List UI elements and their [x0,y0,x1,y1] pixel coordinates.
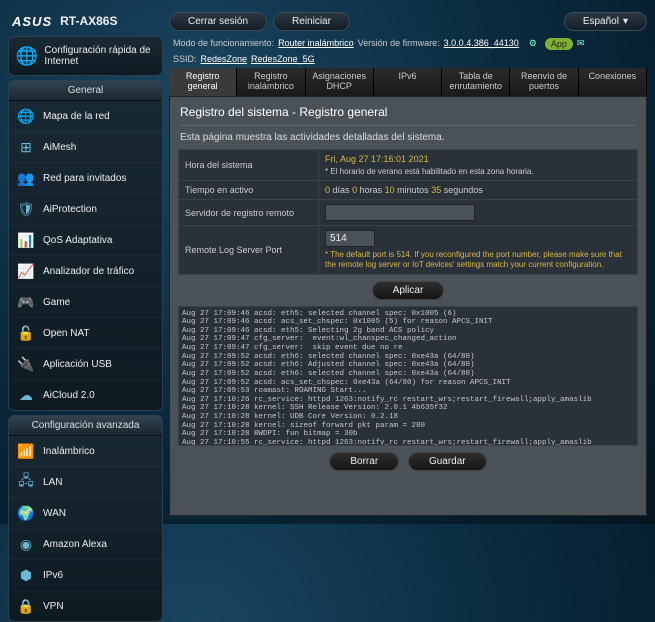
sidebar-item[interactable]: ⊞ AiMesh [9,131,162,162]
menu-icon: 🛡 [15,198,37,220]
sidebar-item[interactable]: 🔒 VPN [9,590,162,621]
model-name: RT-AX86S [60,14,117,28]
chevron-down-icon: ▾ [623,16,628,27]
brand-logo: ASUS [12,14,52,29]
system-log-textarea[interactable]: Aug 27 17:09:46 acsd: eth5: selected cha… [178,306,638,446]
uptime-label: Tiempo en activo [179,181,319,200]
port-hint: * The default port is 514. If you reconf… [325,250,631,269]
ssid-2[interactable]: RedesZone_5G [251,54,315,64]
clear-button[interactable]: Borrar [329,452,399,471]
remote-log-port-label: Remote Log Server Port [179,226,319,274]
sidebar-item[interactable]: 🖧 LAN [9,466,162,497]
op-mode-value[interactable]: Router inalámbrico [278,38,354,50]
sidebar-item-label: Mapa de la red [43,111,110,122]
sidebar-item[interactable]: 📈 Analizador de tráfico [9,255,162,286]
globe-icon: 🌐 [15,41,38,71]
menu-icon: 🔌 [15,353,37,375]
sidebar-item[interactable]: ◉ Amazon Alexa [9,528,162,559]
sidebar-item-label: Inalámbrico [43,446,95,457]
menu-icon: 🔒 [15,595,37,617]
uptime-value: 0 días 0 horas 10 minutos 35 segundos [319,181,638,200]
sidebar-item-label: Analizador de tráfico [43,266,134,277]
tab[interactable]: Registro inalámbrico [237,68,305,96]
menu-icon: ⊞ [15,136,37,158]
sidebar-item[interactable]: 📶 Inalámbrico [9,436,162,466]
sidebar-item-label: Amazon Alexa [43,539,107,550]
menu-icon: ⬢ [15,564,37,586]
sidebar-item[interactable]: 🌐 Mapa de la red [9,101,162,131]
sidebar-item-label: QoS Adaptativa [43,235,113,246]
sidebar-item-label: Red para invitados [43,173,126,184]
remote-log-port-input[interactable] [325,230,375,247]
sidebar-item-label: AiMesh [43,142,76,153]
brand-area: ASUS RT-AX86S [8,8,163,34]
ssid-1[interactable]: RedesZone [201,54,248,64]
fw-label: Versión de firmware: [358,38,440,50]
page-desc: Esta página muestra las actividades deta… [170,132,646,149]
tab[interactable]: Asignaciones DHCP [306,68,374,96]
remote-log-server-input[interactable] [325,204,475,221]
op-mode-label: Modo de funcionamiento: [173,38,274,50]
tab[interactable]: Conexiones [579,68,647,96]
sidebar-item-label: LAN [43,477,62,488]
sidebar-item-label: Open NAT [43,328,90,339]
sidebar-item[interactable]: 🛡 AiProtection [9,193,162,224]
menu-icon: 📈 [15,260,37,282]
tab[interactable]: Reenvío de puertos [510,68,578,96]
mail-icon[interactable]: ✉ [577,38,585,50]
sidebar-item[interactable]: 📊 QoS Adaptativa [9,224,162,255]
sidebar-item[interactable]: 🎮 Game [9,286,162,317]
sidebar-header-advanced: Configuración avanzada [9,416,162,436]
tab[interactable]: IPv6 [374,68,442,96]
sidebar-item[interactable]: ⬢ IPv6 [9,559,162,590]
menu-icon: 🌍 [15,502,37,524]
menu-icon: 🖧 [15,471,37,493]
system-time-value: Fri, Aug 27 17:16:01 2021 [325,154,429,164]
sidebar-item[interactable]: 🌍 WAN [9,497,162,528]
menu-icon: 📶 [15,440,37,462]
sidebar-item-label: VPN [43,601,64,612]
sidebar-item-label: Configuración rápida de Internet [44,45,156,67]
menu-icon: 👥 [15,167,37,189]
remote-log-server-label: Servidor de registro remoto [179,200,319,226]
sidebar-item-label: IPv6 [43,570,63,581]
ssid-label: SSID: [173,54,197,64]
sidebar-item-label: AiProtection [43,204,97,215]
tab-bar: Registro generalRegistro inalámbricoAsig… [169,68,647,96]
sidebar-item-label: Game [43,297,70,308]
language-label: Español [583,16,619,27]
tab[interactable]: Registro general [169,68,237,96]
sidebar-item-label: Aplicación USB [43,359,112,370]
sidebar-header-general: General [9,81,162,101]
menu-icon: 🎮 [15,291,37,313]
settings-icon[interactable]: ⚙ [529,38,537,50]
sidebar-item-label: AiCloud 2.0 [43,390,95,401]
sidebar-item[interactable]: 🔌 Aplicación USB [9,348,162,379]
sidebar-item-label: WAN [43,508,66,519]
dst-hint: * El horario de verano está habilitado e… [325,167,631,177]
fw-value[interactable]: 3.0.0.4.386_44130 [444,38,519,50]
app-badge[interactable]: App [545,38,573,50]
page-title: Registro del sistema - Registro general [170,97,646,121]
sidebar-item[interactable]: ☁ AiCloud 2.0 [9,379,162,410]
menu-icon: 📊 [15,229,37,251]
menu-icon: ☁ [15,384,37,406]
sidebar-item[interactable]: 👥 Red para invitados [9,162,162,193]
apply-button[interactable]: Aplicar [372,281,445,300]
sidebar-item[interactable]: 🔓 Open NAT [9,317,162,348]
menu-icon: 🔓 [15,322,37,344]
language-selector[interactable]: Español ▾ [564,12,647,31]
menu-icon: ◉ [15,533,37,555]
logout-button[interactable]: Cerrar sesión [169,12,267,31]
system-time-label: Hora del sistema [179,149,319,181]
menu-icon: 🌐 [15,105,37,127]
save-button[interactable]: Guardar [408,452,487,471]
sidebar-item-qis[interactable]: 🌐 Configuración rápida de Internet [9,37,162,75]
tab[interactable]: Tabla de enrutamiento [442,68,510,96]
reboot-button[interactable]: Reiniciar [273,12,350,31]
